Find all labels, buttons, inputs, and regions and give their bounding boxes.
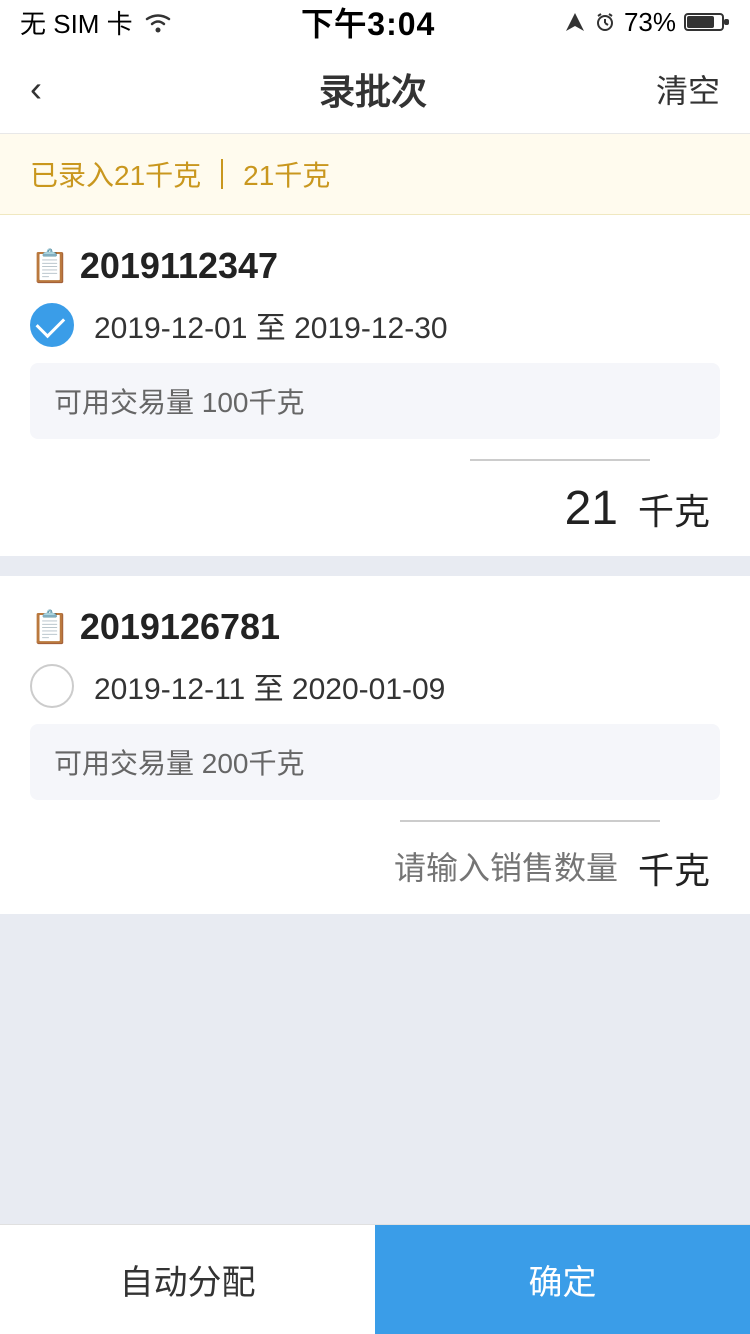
input2-row: 千克 [0,822,750,914]
batch1-amount: 21 [565,481,618,536]
main-content: 已录入21千克 21千克 📋 2019112347 2019-12-01 至 2… [0,134,750,1334]
batch-icon-2: 📋 [30,608,70,646]
batch1-id: 2019112347 [80,245,278,287]
batch2-unit: 千克 [638,842,710,894]
batch1-available: 可用交易量 100千克 [30,363,720,439]
auto-distribute-button[interactable]: 自动分配 [0,1225,375,1334]
alarm-icon [594,11,616,33]
status-left: 无 SIM 卡 [20,4,173,41]
amount-label: 21千克 [243,154,330,194]
batch2-radio[interactable] [30,664,74,708]
batch1-unit: 千克 [638,483,710,535]
confirm-button[interactable]: 确定 [375,1225,750,1334]
bottom-bar: 自动分配 确定 [0,1224,750,1334]
status-right: 73% [564,7,730,38]
page-title: 录批次 [319,63,427,115]
wifi-icon [143,11,173,33]
location-icon [564,11,586,33]
batch1-card: 📋 2019112347 2019-12-01 至 2019-12-30 可用交… [0,215,750,556]
battery-label: 73% [624,7,676,38]
amount1-row: 21 千克 [0,461,750,556]
batch-icon-1: 📋 [30,247,70,285]
nav-bar: ‹ 录批次 清空 [0,44,750,134]
clear-button[interactable]: 清空 [656,66,720,112]
info-banner: 已录入21千克 21千克 [0,134,750,215]
batch1-radio[interactable] [30,303,74,347]
batch2-row[interactable]: 2019-12-11 至 2020-01-09 [0,648,750,724]
carrier-label: 无 SIM 卡 [20,4,133,41]
recorded-label: 已录入21千克 [30,154,201,194]
section-divider-1 [0,556,750,576]
batch2-header: 📋 2019126781 [0,576,750,648]
battery-icon [684,11,730,33]
back-button[interactable]: ‹ [30,68,90,110]
batch1-row[interactable]: 2019-12-01 至 2019-12-30 [0,287,750,363]
batch2-available: 可用交易量 200千克 [30,724,720,800]
batch1-header: 📋 2019112347 [0,215,750,287]
batch2-id: 2019126781 [80,606,280,648]
batch2-quantity-input[interactable] [358,850,618,887]
batch2-card: 📋 2019126781 2019-12-11 至 2020-01-09 可用交… [0,576,750,914]
status-time: 下午3:04 [301,0,435,45]
status-bar: 无 SIM 卡 下午3:04 73% [0,0,750,44]
batch2-date: 2019-12-11 至 2020-01-09 [94,664,445,708]
info-divider [221,159,223,189]
batch1-date: 2019-12-01 至 2019-12-30 [94,303,448,347]
